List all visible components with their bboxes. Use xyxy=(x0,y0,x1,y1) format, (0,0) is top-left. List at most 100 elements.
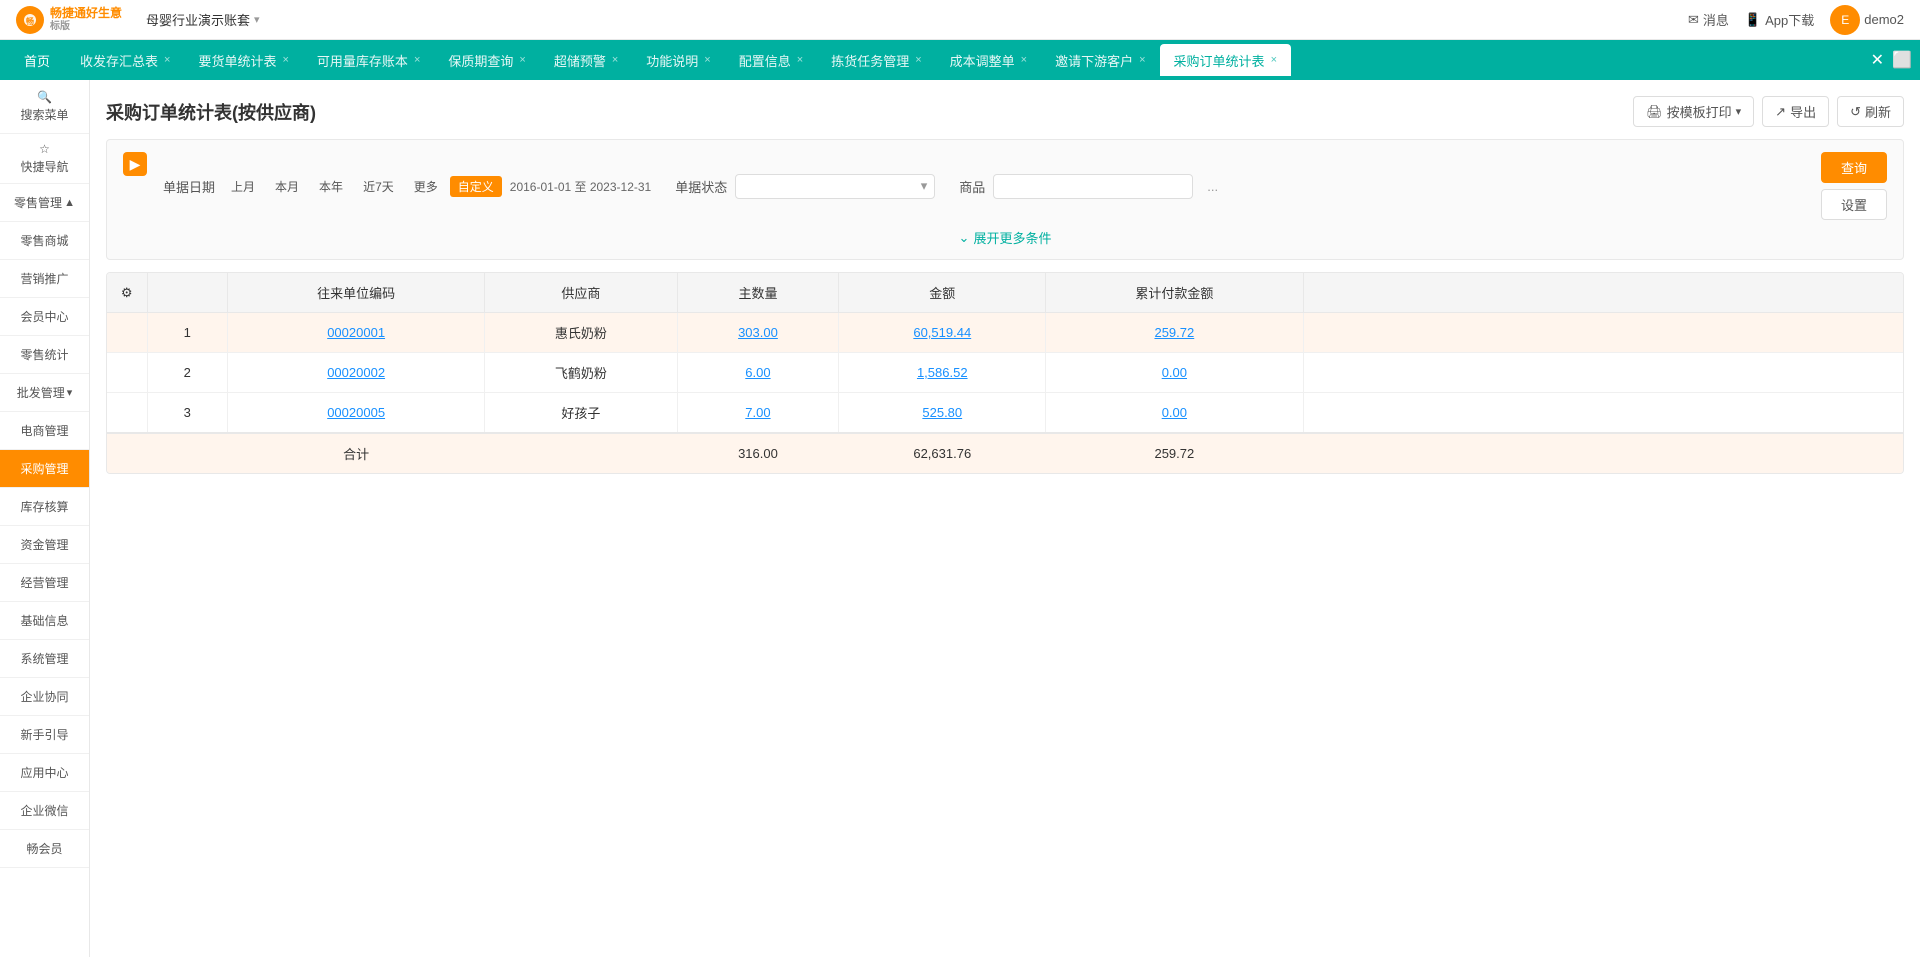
cell-partner-code[interactable]: 00020001 xyxy=(228,313,485,353)
sidebar-item-new-guide[interactable]: 新手引导 xyxy=(0,716,89,754)
sidebar-item-enterprise-wechat[interactable]: 企业微信 xyxy=(0,792,89,830)
sidebar-item-member[interactable]: 会员中心 xyxy=(0,298,89,336)
footer-extra xyxy=(1303,433,1903,473)
column-amount: 金额 xyxy=(839,273,1046,313)
chevron-up-icon: ▲ xyxy=(64,197,75,209)
column-settings[interactable]: ⚙ xyxy=(107,273,147,313)
date-shortcut-last-month[interactable]: 上月 xyxy=(223,176,263,197)
more-conditions-toggle[interactable]: ⌄ 展开更多条件 xyxy=(123,220,1887,247)
tab-available-stock[interactable]: 可用量库存账本 × xyxy=(303,44,434,76)
footer-supplier-empty xyxy=(485,433,677,473)
column-extra xyxy=(1303,273,1903,313)
cell-amount[interactable]: 525.80 xyxy=(839,393,1046,434)
tab-expire-query[interactable]: 保质期查询 × xyxy=(434,44,539,76)
sidebar-item-retail-stats[interactable]: 零售统计 xyxy=(0,336,89,374)
tab-close-icon[interactable]: × xyxy=(915,54,921,66)
cell-partner-code[interactable]: 00020002 xyxy=(228,353,485,393)
sidebar-item-inventory[interactable]: 库存核算 xyxy=(0,488,89,526)
main-content: 采购订单统计表(按供应商) 🖨 按模板打印 ▾ ↗ 导出 ↺ 刷新 xyxy=(90,80,1920,957)
tab-home[interactable]: 首页 xyxy=(8,44,66,76)
sidebar-item-operation[interactable]: 经营管理 xyxy=(0,564,89,602)
sidebar: 🔍 搜索菜单 ☆ 快捷导航 零售管理 ▲ 零售商城 营销推广 会员中心 零售统计… xyxy=(0,80,90,957)
app-download-item[interactable]: 📱 App下载 xyxy=(1745,10,1814,29)
column-partner-code: 往来单位编码 xyxy=(228,273,485,313)
date-shortcut-this-year[interactable]: 本年 xyxy=(311,176,351,197)
status-select[interactable] xyxy=(735,174,935,199)
cell-paid-amount[interactable]: 0.00 xyxy=(1046,393,1303,434)
sidebar-item-member2[interactable]: 畅会员 xyxy=(0,830,89,868)
cell-supplier: 好孩子 xyxy=(485,393,677,434)
date-shortcut-custom[interactable]: 自定义 xyxy=(450,176,502,197)
table-row: 2 00020002 飞鹤奶粉 6.00 1,586.52 0.00 xyxy=(107,353,1903,393)
cell-extra xyxy=(1303,393,1903,434)
tab-overstock-warning[interactable]: 超储预警 × xyxy=(540,44,632,76)
tab-goods-stats[interactable]: 要货单统计表 × xyxy=(184,44,302,76)
footer-main-qty: 316.00 xyxy=(677,433,839,473)
sidebar-item-sys-mgmt[interactable]: 系统管理 xyxy=(0,640,89,678)
tab-purchase-stats[interactable]: 采购订单统计表 × xyxy=(1160,44,1291,76)
goods-ellipsis[interactable]: ... xyxy=(1201,175,1224,198)
tab-close-icon[interactable]: × xyxy=(282,54,288,66)
date-shortcut-7days[interactable]: 近7天 xyxy=(355,176,402,197)
tab-close-icon[interactable]: × xyxy=(414,54,420,66)
chevron-down-icon: ▾ xyxy=(67,386,73,399)
maximize-icon[interactable]: ⬜ xyxy=(1892,50,1912,70)
tab-config-info[interactable]: 配置信息 × xyxy=(725,44,817,76)
sidebar-search[interactable]: 🔍 搜索菜单 xyxy=(0,80,89,134)
tab-close-icon[interactable]: × xyxy=(704,54,710,66)
goods-filter-group: 商品 ... xyxy=(959,174,1224,199)
cell-amount[interactable]: 60,519.44 xyxy=(839,313,1046,353)
cell-paid-amount[interactable]: 259.72 xyxy=(1046,313,1303,353)
tab-function-desc[interactable]: 功能说明 × xyxy=(632,44,724,76)
cell-seq: 2 xyxy=(147,353,228,393)
sidebar-item-app-center[interactable]: 应用中心 xyxy=(0,754,89,792)
sidebar-item-finance[interactable]: 资金管理 xyxy=(0,526,89,564)
tab-invite-downstream[interactable]: 邀请下游客户 × xyxy=(1041,44,1159,76)
cell-partner-code[interactable]: 00020005 xyxy=(228,393,485,434)
sidebar-item-marketing[interactable]: 营销推广 xyxy=(0,260,89,298)
goods-input[interactable] xyxy=(993,174,1193,199)
avatar: E xyxy=(1830,5,1860,35)
settings-button[interactable]: 设置 xyxy=(1821,189,1887,220)
sidebar-item-ecommerce[interactable]: 电商管理 xyxy=(0,412,89,450)
tab-close-icon[interactable]: × xyxy=(1021,54,1027,66)
message-icon: ✉ xyxy=(1688,12,1699,28)
date-shortcut-this-month[interactable]: 本月 xyxy=(267,176,307,197)
sidebar-shortcut[interactable]: ☆ 快捷导航 xyxy=(0,134,89,184)
sidebar-item-base-info[interactable]: 基础信息 xyxy=(0,602,89,640)
tab-close-icon[interactable]: × xyxy=(1271,54,1277,66)
sidebar-item-enterprise[interactable]: 企业协同 xyxy=(0,678,89,716)
cell-main-qty[interactable]: 6.00 xyxy=(677,353,839,393)
column-paid-amount: 累计付款金额 xyxy=(1046,273,1303,313)
cell-paid-amount[interactable]: 0.00 xyxy=(1046,353,1303,393)
workspace-selector[interactable]: 母婴行业演示账套 ▾ xyxy=(146,10,260,29)
page-header: 采购订单统计表(按供应商) 🖨 按模板打印 ▾ ↗ 导出 ↺ 刷新 xyxy=(106,96,1904,127)
close-all-tabs-icon[interactable]: ✕ xyxy=(1871,50,1884,70)
tab-close-icon[interactable]: × xyxy=(797,54,803,66)
cell-main-qty[interactable]: 303.00 xyxy=(677,313,839,353)
cell-amount[interactable]: 1,586.52 xyxy=(839,353,1046,393)
tab-pick-task[interactable]: 拣货任务管理 × xyxy=(817,44,935,76)
tab-close-icon[interactable]: × xyxy=(164,54,170,66)
refresh-button[interactable]: ↺ 刷新 xyxy=(1837,96,1904,127)
print-button[interactable]: 🖨 按模板打印 ▾ xyxy=(1633,96,1754,127)
user-item[interactable]: E demo2 xyxy=(1830,5,1904,35)
tab-close-icon[interactable]: × xyxy=(612,54,618,66)
message-item[interactable]: ✉ 消息 xyxy=(1688,10,1729,29)
query-button[interactable]: 查询 xyxy=(1821,152,1887,183)
tab-receive-send[interactable]: 收发存汇总表 × xyxy=(66,44,184,76)
goods-filter-label: 商品 xyxy=(959,177,985,196)
cell-settings xyxy=(107,353,147,393)
sidebar-item-purchase-mgmt[interactable]: 采购管理 xyxy=(0,450,89,488)
tab-cost-adjust[interactable]: 成本调整单 × xyxy=(936,44,1041,76)
tab-close-icon[interactable]: × xyxy=(519,54,525,66)
filter-toggle-button[interactable]: ▶ xyxy=(123,152,147,176)
sidebar-item-retail-shop[interactable]: 零售商城 xyxy=(0,222,89,260)
sidebar-item-batch-mgmt[interactable]: 批发管理 ▾ xyxy=(0,374,89,412)
date-shortcut-more[interactable]: 更多 xyxy=(406,176,446,197)
tab-close-icon[interactable]: × xyxy=(1139,54,1145,66)
cell-main-qty[interactable]: 7.00 xyxy=(677,393,839,434)
export-button[interactable]: ↗ 导出 xyxy=(1762,96,1829,127)
sidebar-item-retail[interactable]: 零售管理 ▲ xyxy=(0,184,89,222)
status-select-wrapper xyxy=(735,174,935,199)
